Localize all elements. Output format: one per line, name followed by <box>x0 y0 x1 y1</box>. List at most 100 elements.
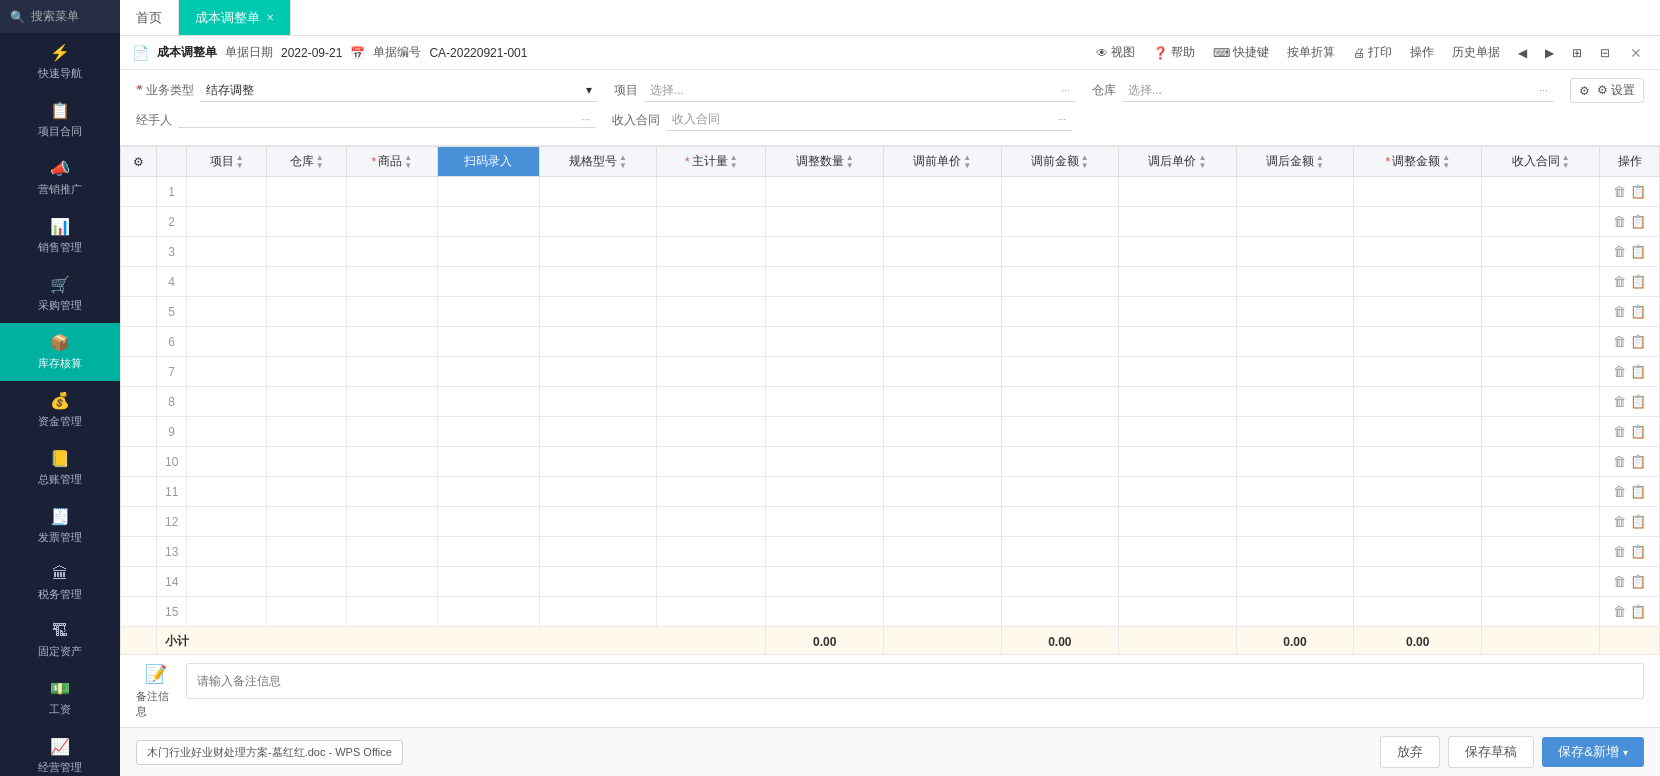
row-warehouse-10[interactable] <box>267 447 347 477</box>
row-income-contract-9[interactable] <box>1482 417 1600 447</box>
row-prev-amount-15[interactable] <box>1001 597 1119 627</box>
biz-type-select[interactable]: 结存调整 ▾ <box>200 80 598 102</box>
row-prev-unit-price-1[interactable] <box>883 177 1001 207</box>
row-after-unit-price-1[interactable] <box>1119 177 1237 207</box>
calendar-icon[interactable]: 📅 <box>350 46 365 60</box>
row-scan-3[interactable] <box>437 237 539 267</box>
col-after-unit-price[interactable]: 调后单价▲▼ <box>1119 147 1237 177</box>
row-income-contract-2[interactable] <box>1482 207 1600 237</box>
col-goods[interactable]: *商品▲▼ <box>347 147 437 177</box>
copy-icon-11[interactable]: 📋 <box>1630 484 1646 499</box>
row-goods-12[interactable] <box>347 507 437 537</box>
row-prev-amount-8[interactable] <box>1001 387 1119 417</box>
row-after-unit-price-9[interactable] <box>1119 417 1237 447</box>
row-prev-unit-price-10[interactable] <box>883 447 1001 477</box>
row-after-amount-15[interactable] <box>1236 597 1354 627</box>
row-adjust-amount-9[interactable] <box>1354 417 1482 447</box>
delete-icon-4[interactable]: 🗑 <box>1613 274 1626 289</box>
review-btn[interactable]: 按单折算 <box>1283 42 1339 63</box>
row-prev-amount-4[interactable] <box>1001 267 1119 297</box>
copy-icon-3[interactable]: 📋 <box>1630 244 1646 259</box>
row-project-1[interactable] <box>187 177 267 207</box>
row-spec-14[interactable] <box>539 567 657 597</box>
row-project-14[interactable] <box>187 567 267 597</box>
delete-icon-3[interactable]: 🗑 <box>1613 244 1626 259</box>
row-prev-amount-3[interactable] <box>1001 237 1119 267</box>
row-after-amount-10[interactable] <box>1236 447 1354 477</box>
row-unit-4[interactable] <box>657 267 766 297</box>
sidebar-item-ledger[interactable]: 📒 总账管理 <box>0 439 120 497</box>
row-adjust-amount-2[interactable] <box>1354 207 1482 237</box>
help-btn[interactable]: ❓ 帮助 <box>1149 42 1199 63</box>
row-after-amount-9[interactable] <box>1236 417 1354 447</box>
row-prev-amount-2[interactable] <box>1001 207 1119 237</box>
delete-icon-13[interactable]: 🗑 <box>1613 544 1626 559</box>
row-after-amount-2[interactable] <box>1236 207 1354 237</box>
row-spec-6[interactable] <box>539 327 657 357</box>
row-adjust-amount-6[interactable] <box>1354 327 1482 357</box>
row-unit-1[interactable] <box>657 177 766 207</box>
copy-icon-5[interactable]: 📋 <box>1630 304 1646 319</box>
row-adjust-qty-5[interactable] <box>766 297 884 327</box>
row-project-8[interactable] <box>187 387 267 417</box>
handler-dots[interactable]: ··· <box>582 114 590 125</box>
row-after-unit-price-8[interactable] <box>1119 387 1237 417</box>
sidebar-item-inventory[interactable]: 📦 库存核算 <box>0 323 120 381</box>
col-income-contract[interactable]: 收入合同▲▼ <box>1482 147 1600 177</box>
settings-button[interactable]: ⚙ ⚙ 设置 <box>1570 78 1644 103</box>
row-after-unit-price-7[interactable] <box>1119 357 1237 387</box>
row-goods-3[interactable] <box>347 237 437 267</box>
row-adjust-qty-9[interactable] <box>766 417 884 447</box>
delete-icon-14[interactable]: 🗑 <box>1613 574 1626 589</box>
row-prev-amount-10[interactable] <box>1001 447 1119 477</box>
nav-next-btn[interactable]: ▶ <box>1541 44 1558 62</box>
delete-icon-7[interactable]: 🗑 <box>1613 364 1626 379</box>
col-scan[interactable]: 扫码录入 <box>437 147 539 177</box>
row-prev-unit-price-11[interactable] <box>883 477 1001 507</box>
copy-icon-4[interactable]: 📋 <box>1630 274 1646 289</box>
sidebar-item-payroll[interactable]: 💵 工资 <box>0 669 120 727</box>
row-project-12[interactable] <box>187 507 267 537</box>
row-prev-amount-5[interactable] <box>1001 297 1119 327</box>
history-btn[interactable]: 历史单据 <box>1448 42 1504 63</box>
row-prev-unit-price-6[interactable] <box>883 327 1001 357</box>
row-unit-15[interactable] <box>657 597 766 627</box>
row-adjust-qty-2[interactable] <box>766 207 884 237</box>
row-after-amount-11[interactable] <box>1236 477 1354 507</box>
row-income-contract-8[interactable] <box>1482 387 1600 417</box>
row-warehouse-12[interactable] <box>267 507 347 537</box>
row-adjust-amount-13[interactable] <box>1354 537 1482 567</box>
row-adjust-qty-10[interactable] <box>766 447 884 477</box>
row-goods-6[interactable] <box>347 327 437 357</box>
row-adjust-amount-7[interactable] <box>1354 357 1482 387</box>
sidebar-item-sales-mgmt[interactable]: 📊 销售管理 <box>0 207 120 265</box>
row-goods-7[interactable] <box>347 357 437 387</box>
row-after-amount-1[interactable] <box>1236 177 1354 207</box>
row-prev-amount-12[interactable] <box>1001 507 1119 537</box>
project-select[interactable]: 选择... ··· <box>644 80 1076 102</box>
sidebar-item-project-contract[interactable]: 📋 项目合同 <box>0 91 120 149</box>
row-adjust-amount-14[interactable] <box>1354 567 1482 597</box>
row-goods-14[interactable] <box>347 567 437 597</box>
row-income-contract-7[interactable] <box>1482 357 1600 387</box>
row-after-unit-price-11[interactable] <box>1119 477 1237 507</box>
row-adjust-qty-11[interactable] <box>766 477 884 507</box>
row-after-amount-14[interactable] <box>1236 567 1354 597</box>
row-project-7[interactable] <box>187 357 267 387</box>
row-income-contract-4[interactable] <box>1482 267 1600 297</box>
col-after-amount[interactable]: 调后金额▲▼ <box>1236 147 1354 177</box>
row-unit-14[interactable] <box>657 567 766 597</box>
row-after-unit-price-10[interactable] <box>1119 447 1237 477</box>
row-scan-9[interactable] <box>437 417 539 447</box>
delete-icon-11[interactable]: 🗑 <box>1613 484 1626 499</box>
row-after-unit-price-13[interactable] <box>1119 537 1237 567</box>
row-prev-amount-13[interactable] <box>1001 537 1119 567</box>
row-after-unit-price-12[interactable] <box>1119 507 1237 537</box>
sidebar-item-finance[interactable]: 💰 资金管理 <box>0 381 120 439</box>
row-after-amount-6[interactable] <box>1236 327 1354 357</box>
window-close-btn[interactable]: ✕ <box>1624 43 1648 63</box>
row-goods-9[interactable] <box>347 417 437 447</box>
row-after-amount-12[interactable] <box>1236 507 1354 537</box>
row-project-13[interactable] <box>187 537 267 567</box>
row-project-2[interactable] <box>187 207 267 237</box>
